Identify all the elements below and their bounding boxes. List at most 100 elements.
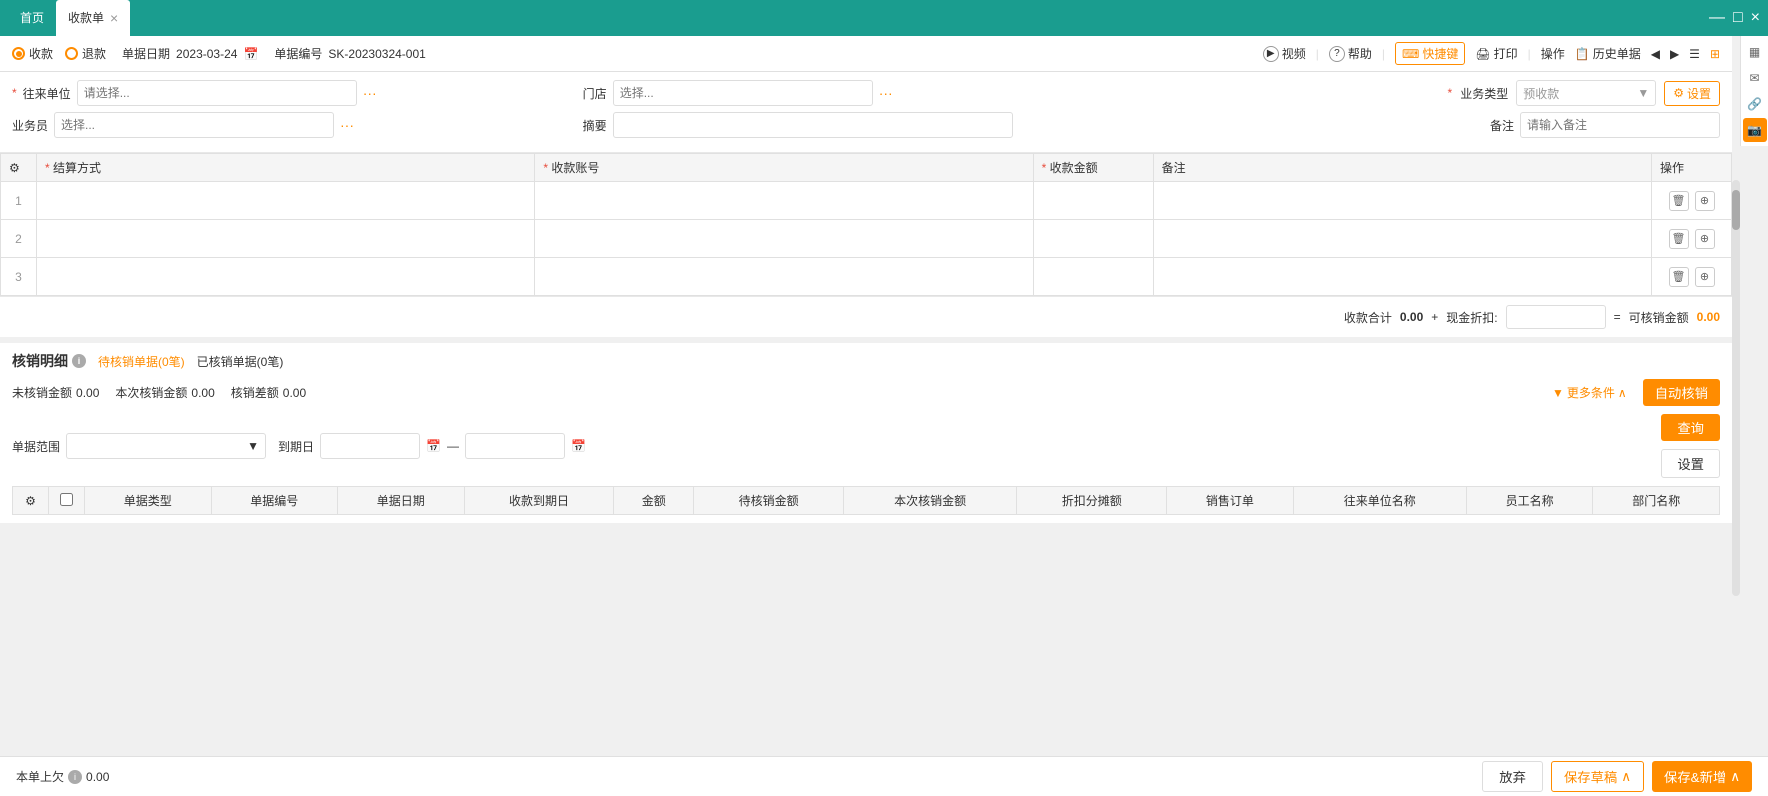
row-3-amount[interactable] — [1033, 258, 1153, 296]
delete-icon-1[interactable]: 🗑 — [1669, 191, 1689, 211]
col-doc-type: 单据类型 — [85, 487, 212, 515]
select-all-checkbox[interactable] — [60, 493, 73, 506]
date-label: 单据日期 — [122, 45, 170, 62]
settlement-input-3[interactable] — [37, 258, 534, 295]
home-tab[interactable]: 首页 — [8, 0, 56, 36]
print-btn[interactable]: 🖨 打印 — [1475, 45, 1517, 62]
business-type-select[interactable]: 预收款 ▼ — [1516, 80, 1656, 106]
row-1-settlement[interactable] — [37, 182, 535, 220]
amount-input-1[interactable] — [1034, 182, 1153, 219]
pending-tab[interactable]: 待核销单据(0笔) — [98, 353, 185, 370]
keyboard-icon: ⌨ — [1402, 47, 1419, 61]
footer-info-icon: i — [68, 770, 82, 784]
row-2-amount[interactable] — [1033, 220, 1153, 258]
save-draft-btn[interactable]: 保存草稿 ∧ — [1551, 761, 1644, 792]
sidebar-email-icon[interactable]: ✉ — [1743, 66, 1767, 90]
operate-btn[interactable]: 操作 — [1541, 45, 1565, 62]
date-to-input[interactable]: 2022-04-12 — [465, 433, 565, 459]
verify-title: 核销明细 i — [12, 351, 86, 371]
help-btn[interactable]: ? 帮助 — [1329, 45, 1372, 62]
copy-icon-1[interactable]: ⊕ — [1695, 191, 1715, 211]
nav-next-btn[interactable]: ▶ — [1670, 47, 1679, 61]
row-2-settlement[interactable] — [37, 220, 535, 258]
radio-receipt[interactable]: 收款 — [12, 45, 53, 62]
row-1-account[interactable] — [535, 182, 1033, 220]
counterpart-input[interactable] — [77, 80, 357, 106]
history-btn[interactable]: 📋 历史单据 — [1575, 45, 1641, 62]
sidebar-table-icon[interactable]: ▦ — [1743, 40, 1767, 64]
account-input-3[interactable] — [535, 258, 1032, 295]
delete-icon-2[interactable]: 🗑 — [1669, 229, 1689, 249]
query-btn[interactable]: 查询 — [1661, 414, 1720, 441]
calendar-from-icon[interactable]: 📅 — [426, 439, 441, 453]
table-gear-icon[interactable]: ⚙ — [9, 161, 20, 175]
bottom-table-settings-header: ⚙ — [13, 487, 49, 515]
amount-input-3[interactable] — [1034, 258, 1153, 295]
equals-sign: = — [1614, 310, 1621, 324]
scrollbar-thumb[interactable] — [1732, 190, 1740, 230]
table-settings-header: ⚙ — [1, 154, 37, 182]
radio-refund[interactable]: 退款 — [65, 45, 106, 62]
row-2-remark[interactable] — [1153, 220, 1651, 258]
radio-refund-label: 退款 — [82, 45, 106, 62]
discount-input[interactable] — [1506, 305, 1606, 329]
gear-icon: ⚙ — [1673, 86, 1684, 100]
copy-icon-2[interactable]: ⊕ — [1695, 229, 1715, 249]
remark-input-1[interactable] — [1154, 182, 1651, 219]
auto-verify-btn[interactable]: 自动核销 — [1643, 379, 1720, 406]
remark-input[interactable] — [1520, 112, 1720, 138]
remark-input-3[interactable] — [1154, 258, 1651, 295]
remark-input-2[interactable] — [1154, 220, 1651, 257]
settlement-input-2[interactable] — [37, 220, 534, 257]
sidebar-camera-icon[interactable]: 📷 — [1743, 118, 1767, 142]
copy-icon-3[interactable]: ⊕ — [1695, 267, 1715, 287]
counterpart-field: * 往来单位 ··· — [12, 80, 579, 106]
window-close-icon[interactable]: × — [1751, 9, 1760, 27]
delete-icon-3[interactable]: 🗑 — [1669, 267, 1689, 287]
grid-view-btn[interactable]: ⊞ — [1710, 47, 1720, 61]
row-1-amount[interactable] — [1033, 182, 1153, 220]
store-input[interactable] — [613, 80, 873, 106]
discard-btn[interactable]: 放弃 — [1482, 761, 1543, 792]
salesperson-input[interactable] — [54, 112, 334, 138]
date-from-input[interactable]: 2022-04-01 — [320, 433, 420, 459]
summary-input[interactable] — [613, 112, 1013, 138]
nav-prev-btn[interactable]: ◀ — [1651, 47, 1660, 61]
filter-row: 单据范围 ▼ 到期日 2022-04-01 📅 — 2022-04-12 📅 — [12, 414, 1720, 478]
number-field: 单据编号 SK-20230324-001 — [274, 45, 425, 62]
minimize-icon[interactable]: — — [1709, 9, 1725, 27]
save-new-btn[interactable]: 保存&新增 ∧ — [1652, 761, 1752, 792]
filter-left: 单据范围 ▼ 到期日 2022-04-01 📅 — 2022-04-12 📅 — [12, 433, 586, 459]
calendar-icon[interactable]: 📅 — [243, 47, 258, 61]
verify-settings-btn[interactable]: 设置 — [1661, 449, 1720, 478]
row-1-remark[interactable] — [1153, 182, 1651, 220]
more-filter-btn[interactable]: ▼ 更多条件 ∧ — [1552, 384, 1627, 401]
account-input-2[interactable] — [535, 220, 1032, 257]
salesperson-ellipsis[interactable]: ··· — [340, 117, 354, 133]
bottom-gear-icon[interactable]: ⚙ — [25, 494, 36, 508]
settlement-input-1[interactable] — [37, 182, 534, 219]
row-3-settlement[interactable] — [37, 258, 535, 296]
amount-input-2[interactable] — [1034, 220, 1153, 257]
row-3-account[interactable] — [535, 258, 1033, 296]
sidebar-link-icon[interactable]: 🔗 — [1743, 92, 1767, 116]
col-header-account: * 收款账号 — [535, 154, 1033, 182]
calendar-to-icon[interactable]: 📅 — [571, 439, 586, 453]
shortcut-btn[interactable]: ⌨ 快捷键 — [1395, 42, 1465, 65]
col-header-remark: 备注 — [1153, 154, 1651, 182]
row-3-remark[interactable] — [1153, 258, 1651, 296]
settings-btn[interactable]: ⚙ 设置 — [1664, 81, 1720, 106]
right-sidebar: ▦ ✉ 🔗 📷 — [1740, 36, 1768, 146]
filter-icon: ▼ — [1552, 386, 1564, 400]
row-2-account[interactable] — [535, 220, 1033, 258]
tab-close-icon[interactable]: × — [110, 0, 118, 36]
counterpart-ellipsis[interactable]: ··· — [363, 85, 377, 101]
maximize-icon[interactable]: □ — [1733, 9, 1743, 27]
pending-done-label[interactable]: 已核销单据(0笔) — [197, 353, 284, 370]
account-input-1[interactable] — [535, 182, 1032, 219]
range-select[interactable]: ▼ — [66, 433, 266, 459]
list-view-btn[interactable]: ☰ — [1689, 47, 1700, 61]
store-ellipsis[interactable]: ··· — [879, 85, 893, 101]
col-header-settlement: * 结算方式 — [37, 154, 535, 182]
video-btn[interactable]: ▶ 视频 — [1263, 45, 1306, 62]
